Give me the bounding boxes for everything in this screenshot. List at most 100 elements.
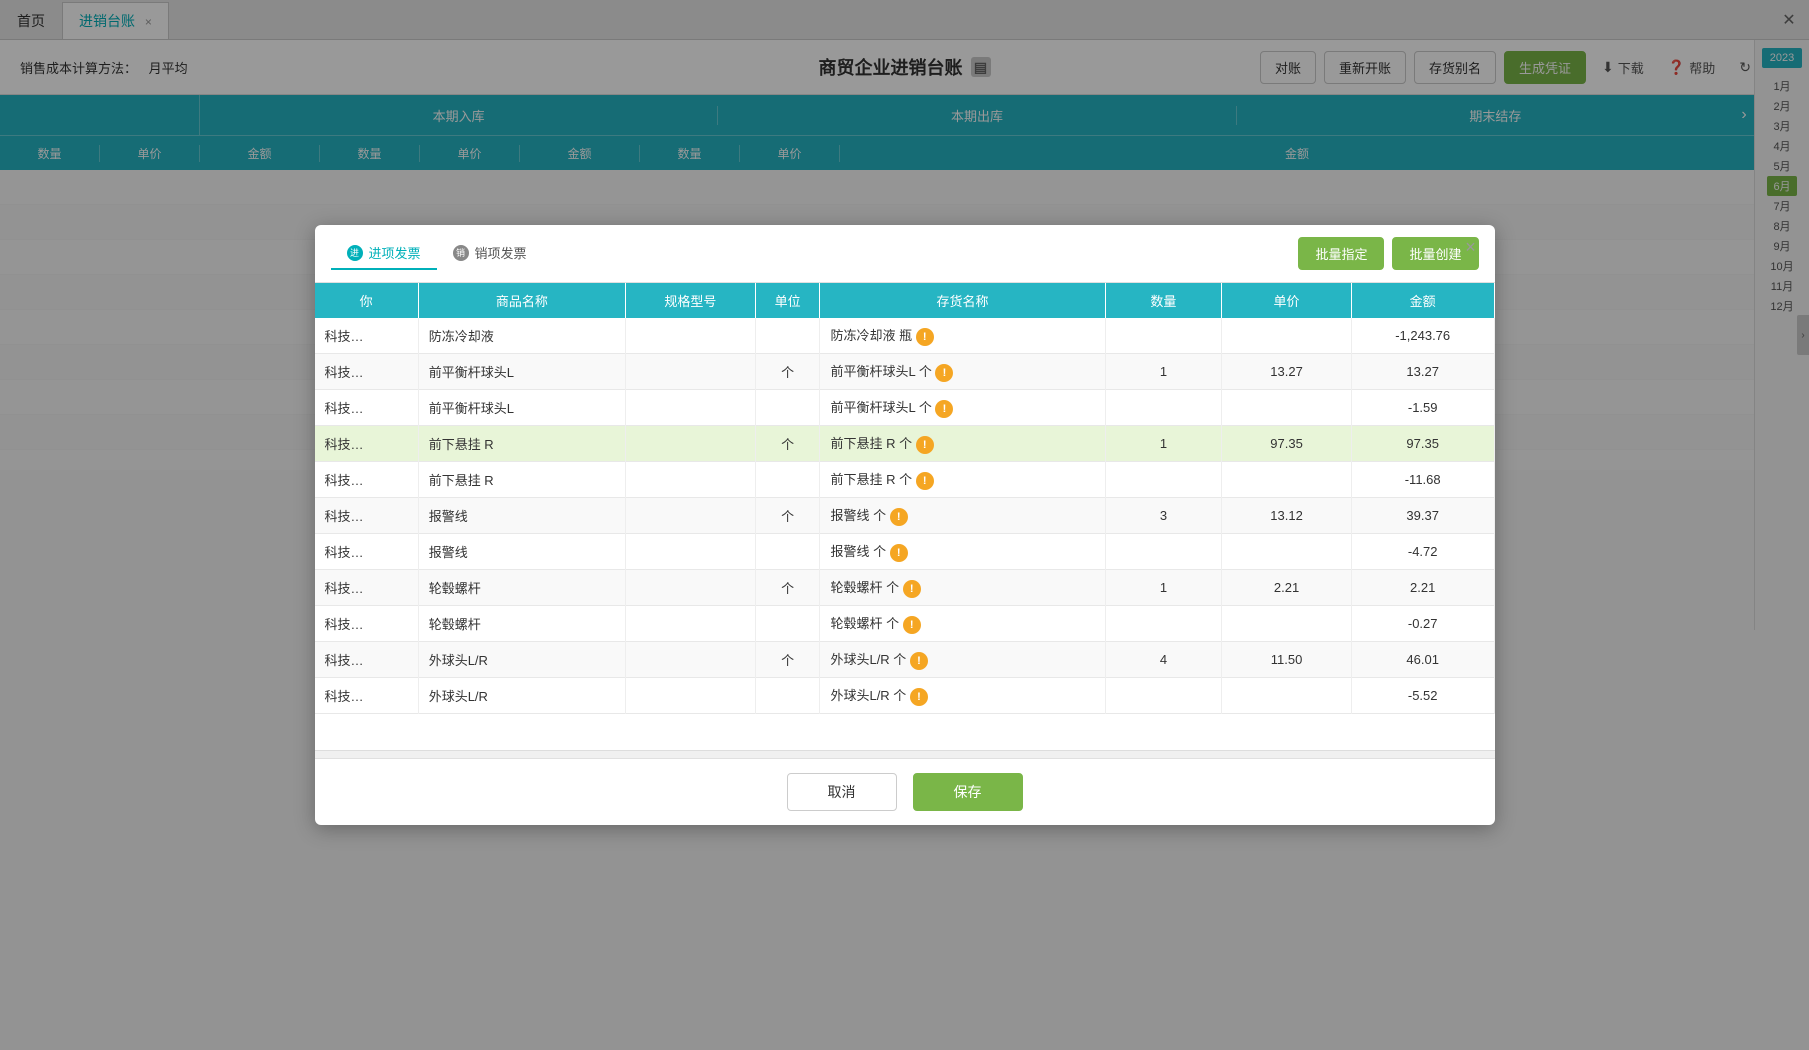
col-supplier: 你 [315, 283, 419, 318]
cell-product: 前平衡杆球头L [418, 390, 625, 426]
cell-price: 2.21 [1222, 570, 1352, 606]
modal-table-container: 你 商品名称 规格型号 单位 存货名称 数量 单价 金额 科技… 防冻冷却液 [315, 283, 1495, 750]
warn-icon: ! [935, 364, 953, 382]
col-product: 商品名称 [418, 283, 625, 318]
cell-price [1222, 390, 1352, 426]
income-invoice-icon: 进 [347, 245, 363, 261]
modal-close-button[interactable]: × [1459, 235, 1483, 259]
cell-qty: 4 [1105, 642, 1222, 678]
cell-amount: -11.68 [1351, 462, 1494, 498]
col-qty: 数量 [1105, 283, 1222, 318]
table-row: 科技… 报警线 报警线 个 ! -4.72 [315, 534, 1495, 570]
cell-price [1222, 318, 1352, 354]
cell-spec [626, 678, 756, 714]
cell-price: 13.27 [1222, 354, 1352, 390]
cell-unit [755, 534, 820, 570]
cell-amount: 97.35 [1351, 426, 1494, 462]
warn-icon: ! [890, 544, 908, 562]
cell-unit [755, 390, 820, 426]
modal-header-actions: 批量指定 批量创建 [1298, 237, 1478, 270]
cell-unit [755, 462, 820, 498]
cell-product: 前平衡杆球头L [418, 354, 625, 390]
cell-supplier: 科技… [315, 390, 419, 426]
cell-price: 13.12 [1222, 498, 1352, 534]
cell-amount: -4.72 [1351, 534, 1494, 570]
invoice-table: 你 商品名称 规格型号 单位 存货名称 数量 单价 金额 科技… 防冻冷却液 [315, 283, 1495, 714]
cell-qty [1105, 534, 1222, 570]
cell-amount: -1.59 [1351, 390, 1494, 426]
warn-icon: ! [916, 436, 934, 454]
warn-icon: ! [903, 616, 921, 634]
table-row: 科技… 外球头L/R 外球头L/R 个 ! -5.52 [315, 678, 1495, 714]
cell-amount: 46.01 [1351, 642, 1494, 678]
warn-icon: ! [903, 580, 921, 598]
table-row: 科技… 前下悬挂 R 个 前下悬挂 R 个 ! 1 97.35 97.35 [315, 426, 1495, 462]
cell-supplier: 科技… [315, 318, 419, 354]
col-price: 单价 [1222, 283, 1352, 318]
cell-supplier: 科技… [315, 498, 419, 534]
cell-unit: 个 [755, 354, 820, 390]
cell-qty [1105, 390, 1222, 426]
cell-price [1222, 678, 1352, 714]
cell-price [1222, 462, 1352, 498]
cell-spec [626, 642, 756, 678]
warn-icon: ! [916, 328, 934, 346]
cell-qty: 3 [1105, 498, 1222, 534]
cell-inventory: 前平衡杆球头L 个 ! [820, 354, 1105, 390]
table-row: 科技… 外球头L/R 个 外球头L/R 个 ! 4 11.50 46.01 [315, 642, 1495, 678]
cell-supplier: 科技… [315, 534, 419, 570]
cell-spec [626, 390, 756, 426]
cell-product: 前下悬挂 R [418, 462, 625, 498]
horizontal-scrollbar[interactable] [315, 750, 1495, 758]
cell-spec [626, 570, 756, 606]
cell-supplier: 科技… [315, 606, 419, 642]
cell-qty [1105, 318, 1222, 354]
cell-product: 轮毂螺杆 [418, 570, 625, 606]
cell-qty [1105, 678, 1222, 714]
cell-spec [626, 426, 756, 462]
cell-supplier: 科技… [315, 678, 419, 714]
cell-unit: 个 [755, 498, 820, 534]
cell-unit [755, 318, 820, 354]
cell-spec [626, 354, 756, 390]
cell-inventory: 轮毂螺杆 个 ! [820, 606, 1105, 642]
cell-price [1222, 606, 1352, 642]
tab-income-invoice[interactable]: 进 进项发票 [331, 237, 437, 270]
warn-icon: ! [910, 688, 928, 706]
cell-supplier: 科技… [315, 570, 419, 606]
table-row: 科技… 前下悬挂 R 前下悬挂 R 个 ! -11.68 [315, 462, 1495, 498]
tab-sales-invoice[interactable]: 销 销项发票 [437, 237, 543, 270]
col-spec: 规格型号 [626, 283, 756, 318]
cell-unit [755, 678, 820, 714]
cell-product: 报警线 [418, 498, 625, 534]
col-amount: 金额 [1351, 283, 1494, 318]
cell-spec [626, 606, 756, 642]
cell-spec [626, 318, 756, 354]
save-button[interactable]: 保存 [913, 773, 1023, 811]
modal-dialog: 进 进项发票 销 销项发票 批量指定 批量创建 × [315, 225, 1495, 825]
cell-product: 防冻冷却液 [418, 318, 625, 354]
cell-product: 轮毂螺杆 [418, 606, 625, 642]
cell-supplier: 科技… [315, 426, 419, 462]
cell-unit [755, 606, 820, 642]
cell-spec [626, 498, 756, 534]
cell-amount: -0.27 [1351, 606, 1494, 642]
cell-qty: 1 [1105, 570, 1222, 606]
cell-inventory: 前平衡杆球头L 个 ! [820, 390, 1105, 426]
modal-overlay: 进 进项发票 销 销项发票 批量指定 批量创建 × [0, 0, 1809, 1050]
cell-amount: 13.27 [1351, 354, 1494, 390]
batch-assign-button[interactable]: 批量指定 [1298, 237, 1384, 270]
cell-product: 外球头L/R [418, 642, 625, 678]
cell-supplier: 科技… [315, 354, 419, 390]
cell-price [1222, 534, 1352, 570]
cell-amount: -5.52 [1351, 678, 1494, 714]
modal-footer: 取消 保存 [315, 758, 1495, 825]
table-row: 科技… 报警线 个 报警线 个 ! 3 13.12 39.37 [315, 498, 1495, 534]
cancel-button[interactable]: 取消 [787, 773, 897, 811]
col-inventory: 存货名称 [820, 283, 1105, 318]
cell-unit: 个 [755, 570, 820, 606]
app-background: 首页 进销台账 × ✕ 销售成本计算方法： 月平均 商贸企业进销台账 ▤ 对账 … [0, 0, 1809, 1050]
table-row: 科技… 前平衡杆球头L 个 前平衡杆球头L 个 ! 1 13.27 13.27 [315, 354, 1495, 390]
cell-inventory: 报警线 个 ! [820, 498, 1105, 534]
income-invoice-label: 进项发票 [369, 243, 421, 262]
